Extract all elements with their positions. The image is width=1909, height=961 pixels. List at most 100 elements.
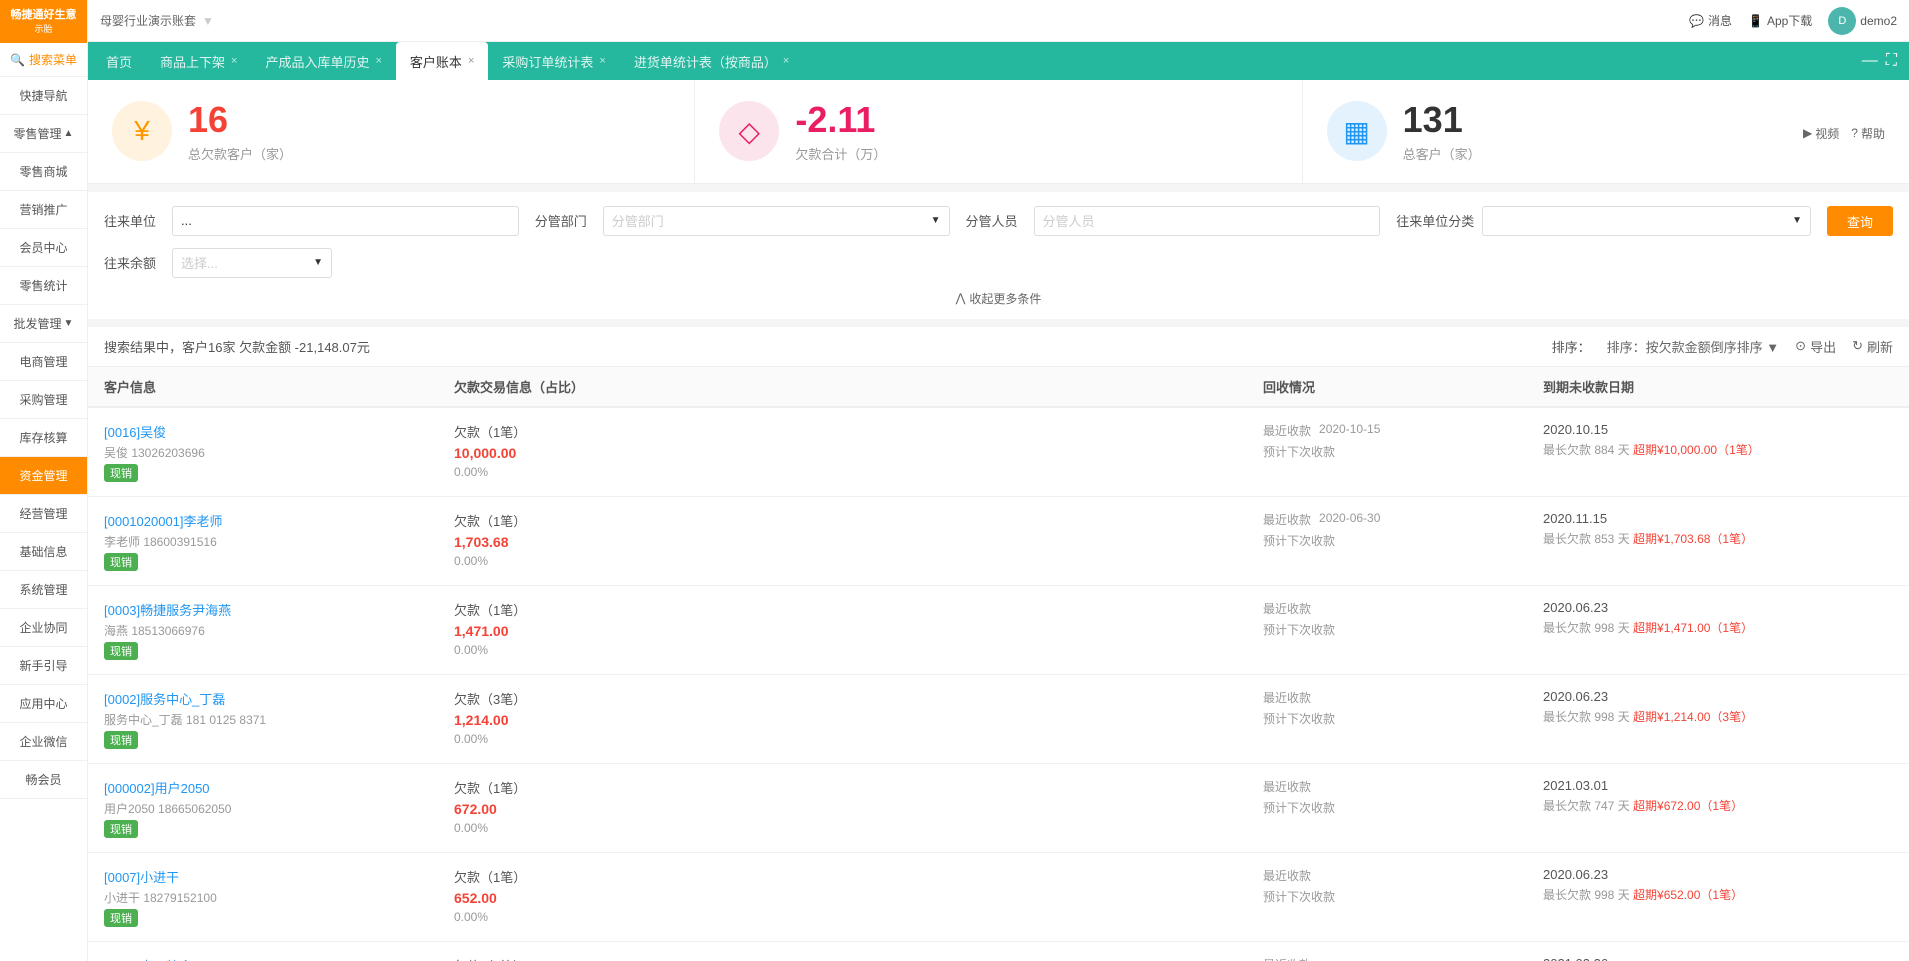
dept-chevron-icon: ▼ [931, 215, 941, 226]
unit-category-label: 往来单位分类 [1396, 211, 1474, 230]
chevron-down-icon-batch: ▼ [64, 318, 74, 329]
logo[interactable]: 畅捷通好生意 示胎 [0, 0, 87, 43]
customer-phone-0: 吴俊 13026203696 [104, 444, 454, 461]
sidebar-item-retail-store[interactable]: 零售商城 [0, 153, 87, 191]
overdue-link-0[interactable]: 超期¥10,000.00（1笔） [1633, 443, 1760, 457]
collapse-tabs-btn[interactable]: — [1862, 52, 1878, 70]
customer-info-0: [0016]吴俊 吴俊 13026203696 现销 [104, 422, 454, 482]
filter-person: 分管人员 分管人员 [966, 206, 1381, 236]
tab-product-shelf-close[interactable]: × [231, 55, 237, 67]
overdue-link-4[interactable]: 超期¥672.00（1笔） [1633, 799, 1743, 813]
tab-customer-account[interactable]: 客户账本 × [396, 42, 488, 80]
sidebar-item-capital-mgmt[interactable]: 资金管理 [0, 457, 87, 495]
debt-amount-3: 1,214.00 [454, 712, 1263, 728]
last-payment-date-1: 2020-06-30 [1319, 511, 1380, 528]
unit-category-select[interactable]: ▼ [1482, 206, 1811, 236]
customer-name-6[interactable]: [0006]去下粮仓 [104, 956, 454, 961]
search-button[interactable]: 查询 [1827, 206, 1893, 236]
sidebar-item-inventory[interactable]: 库存核算 [0, 419, 87, 457]
dept-placeholder: 分管部门 [612, 211, 664, 230]
overdue-days-3: 最长欠款 998 天 超期¥1,214.00（3笔） [1543, 708, 1893, 725]
overdue-link-3[interactable]: 超期¥1,214.00（3笔） [1633, 710, 1753, 724]
customer-name-5[interactable]: [0007]小进干 [104, 867, 454, 886]
tab-purchase-order-stats-close[interactable]: × [599, 55, 605, 67]
message-btn[interactable]: 💬 消息 [1689, 12, 1732, 29]
overdue-date-0: 2020.10.15 [1543, 422, 1893, 437]
return-last-4: 最近收款 [1263, 778, 1543, 795]
overdue-date-2: 2020.06.23 [1543, 600, 1893, 615]
from-unit-input[interactable]: ... [172, 206, 519, 236]
overdue-link-5[interactable]: 超期¥652.00（1笔） [1633, 888, 1743, 902]
customer-name-4[interactable]: [000002]用户2050 [104, 778, 454, 797]
customer-name-1[interactable]: [0001020001]李老师 [104, 511, 454, 530]
from-unit-dots: ... [181, 213, 192, 228]
customer-name-3[interactable]: [0002]服务中心_丁磊 [104, 689, 454, 708]
last-payment-label-3: 最近收款 [1263, 689, 1311, 706]
last-payment-label-1: 最近收款 [1263, 511, 1311, 528]
dept-select[interactable]: 分管部门 ▼ [603, 206, 950, 236]
video-btn[interactable]: ▶ 视频 [1803, 125, 1839, 142]
tab-purchase-stats-close[interactable]: × [783, 55, 789, 67]
sidebar-item-quick-nav[interactable]: 快捷导航 [0, 77, 87, 115]
debt-count-2: 欠款（1笔） [454, 600, 1263, 619]
overdue-date-4: 2021.03.01 [1543, 778, 1893, 793]
export-btn[interactable]: ⊙ 导出 [1795, 337, 1836, 356]
debt-percent-3: 0.00% [454, 732, 1263, 746]
main-area: 母婴行业演示账套 ▼ 💬 消息 📱 App下载 D demo2 首页 商品上下架… [88, 0, 1909, 961]
user-menu[interactable]: D demo2 [1828, 7, 1897, 35]
tab-purchase-order-stats[interactable]: 采购订单统计表 × [488, 42, 619, 80]
sidebar-item-sys-mgmt[interactable]: 系统管理 [0, 571, 87, 609]
sort-select[interactable]: 排序：按欠款金额倒序排序 ▼ [1607, 337, 1780, 356]
sidebar-item-ecom-mgmt[interactable]: 电商管理 [0, 343, 87, 381]
video-icon: ▶ [1803, 126, 1812, 140]
tab-product-shelf[interactable]: 商品上下架 × [146, 42, 251, 80]
return-next-5: 预计下次收款 [1263, 888, 1543, 905]
sidebar-item-app-center[interactable]: 应用中心 [0, 685, 87, 723]
overdue-info-2: 2020.06.23 最长欠款 998 天 超期¥1,471.00（1笔） [1543, 600, 1893, 636]
customer-name-0[interactable]: [0016]吴俊 [104, 422, 454, 441]
balance-select[interactable]: 选择... ▼ [172, 248, 332, 278]
sidebar-item-enterprise-collab[interactable]: 企业协同 [0, 609, 87, 647]
overdue-link-2[interactable]: 超期¥1,471.00（1笔） [1633, 621, 1753, 635]
tab-home[interactable]: 首页 [92, 42, 146, 80]
balance-placeholder: 选择... [181, 253, 218, 272]
sidebar-item-ops-mgmt[interactable]: 经营管理 [0, 495, 87, 533]
tab-product-history[interactable]: 产成品入库单历史 × [251, 42, 395, 80]
debt-info-1: 欠款（1笔） 1,703.68 0.00% [454, 511, 1263, 568]
refresh-btn[interactable]: ↻ 刷新 [1852, 337, 1893, 356]
overdue-date-3: 2020.06.23 [1543, 689, 1893, 704]
tab-customer-account-close[interactable]: × [468, 55, 474, 67]
person-input[interactable]: 分管人员 [1034, 206, 1381, 236]
sidebar-item-vip-member[interactable]: 畅会员 [0, 761, 87, 799]
sidebar-item-purchase-mgmt[interactable]: 采购管理 [0, 381, 87, 419]
sidebar-item-batch-mgmt[interactable]: 批发管理 ▼ [0, 305, 87, 343]
expand-tabs-btn[interactable]: ⛶ [1886, 52, 1897, 70]
search-menu[interactable]: 🔍 搜索菜单 [0, 43, 87, 77]
sidebar-item-enterprise-wechat[interactable]: 企业微信 [0, 723, 87, 761]
tabbar-actions: — ⛶ [1862, 52, 1905, 70]
customer-tag-2: 现销 [104, 642, 138, 660]
sidebar-item-retail-mgmt[interactable]: 零售管理 ▲ [0, 115, 87, 153]
customer-name-2[interactable]: [0003]畅捷服务尹海燕 [104, 600, 454, 619]
sidebar-item-basic-info[interactable]: 基础信息 [0, 533, 87, 571]
sidebar-item-marketing[interactable]: 营销推广 [0, 191, 87, 229]
customer-info-4: [000002]用户2050 用户2050 18665062050 现销 [104, 778, 454, 838]
tab-product-history-label: 产成品入库单历史 [265, 52, 369, 71]
app-download-btn[interactable]: 📱 App下载 [1748, 12, 1812, 29]
filter-unit-category: 往来单位分类 ▼ [1396, 206, 1811, 236]
sidebar-item-new-guide[interactable]: 新手引导 [0, 647, 87, 685]
sidebar-item-retail-stats[interactable]: 零售统计 [0, 267, 87, 305]
debt-percent-2: 0.00% [454, 643, 1263, 657]
search-menu-label: 搜索菜单 [29, 51, 77, 68]
debt-customers-label: 总欠款客户（家） [188, 144, 292, 163]
help-btn[interactable]: ? 帮助 [1851, 125, 1885, 142]
collapse-button[interactable]: ⋀ 收起更多条件 [956, 290, 1042, 307]
search-icon: 🔍 [10, 53, 25, 67]
tab-purchase-stats-by-product[interactable]: 进货单统计表（按商品） × [620, 42, 803, 80]
debt-percent-1: 0.00% [454, 554, 1263, 568]
overdue-link-1[interactable]: 超期¥1,703.68（1笔） [1633, 532, 1753, 546]
tab-product-history-close[interactable]: × [375, 55, 381, 67]
sidebar-item-member-center[interactable]: 会员中心 [0, 229, 87, 267]
debt-customers-info: 16 总欠款客户（家） [188, 100, 292, 163]
customer-tag-1: 现销 [104, 553, 138, 571]
